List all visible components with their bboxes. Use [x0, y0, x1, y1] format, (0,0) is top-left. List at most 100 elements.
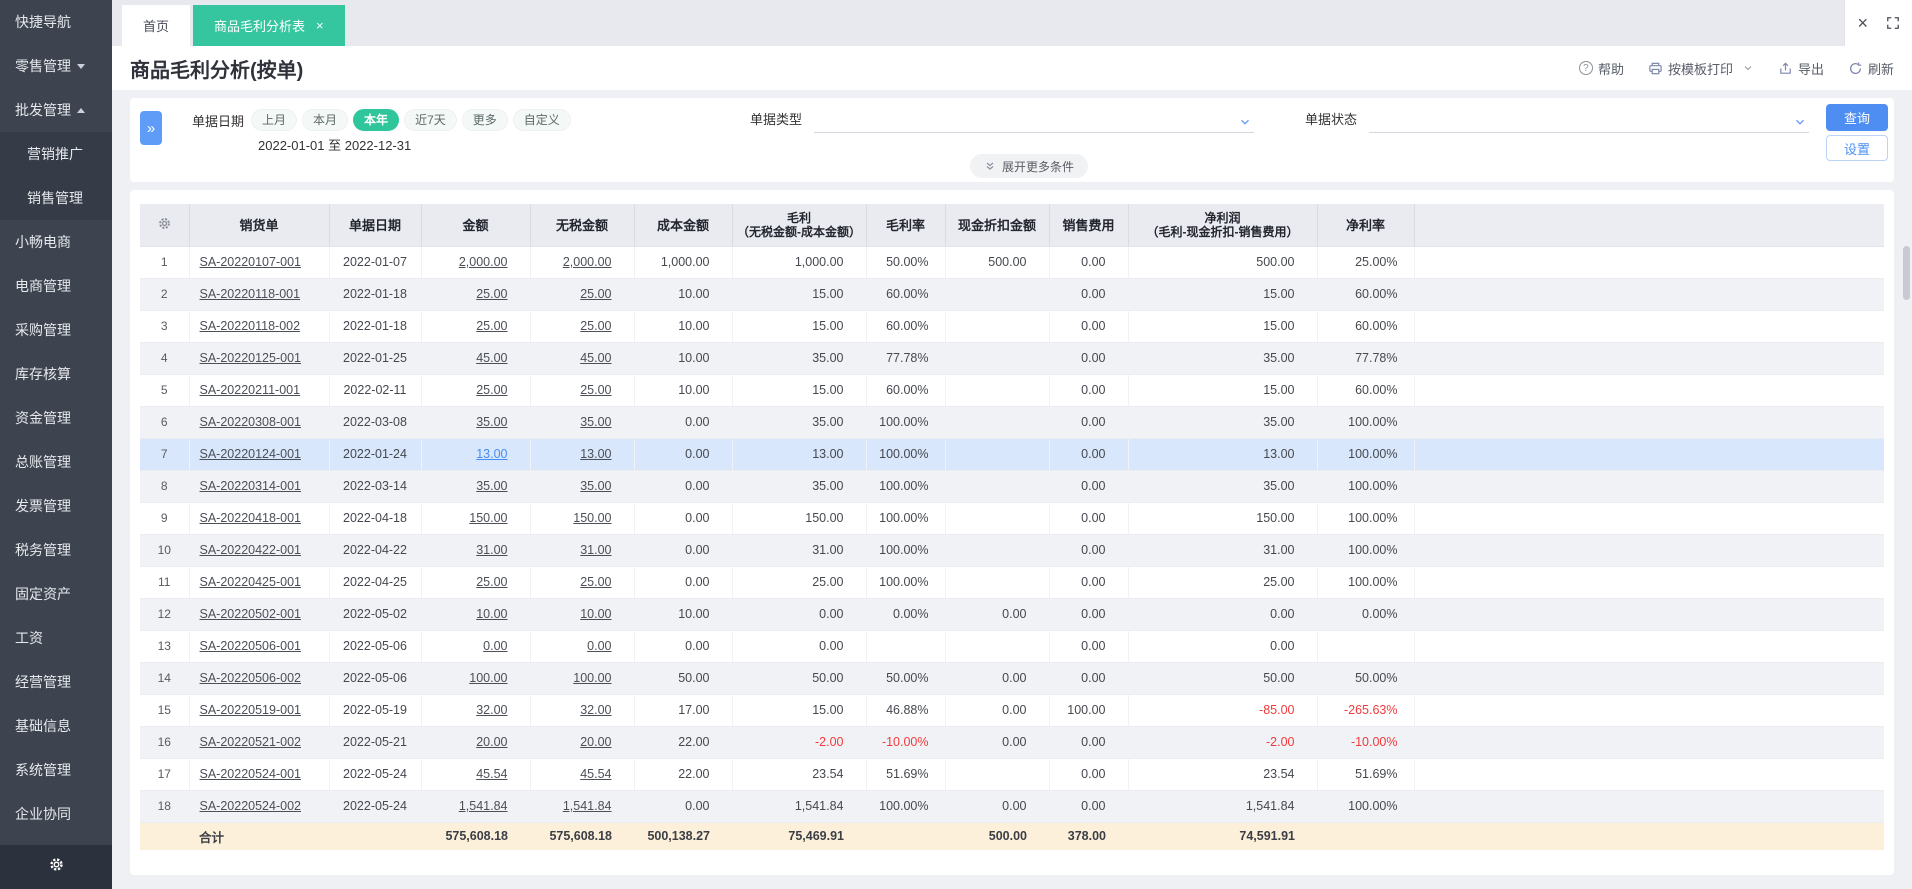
table-row[interactable]: 9 SA-20220418-001 2022-04-18 150.00 150.00 0.… [140, 502, 1884, 535]
sidebar-item-operation[interactable]: 经营管理 [0, 660, 112, 704]
sidebar-item-quick-nav[interactable]: 快捷导航 [0, 0, 112, 44]
col-header-date[interactable]: 单据日期 [329, 204, 422, 247]
doc-link[interactable]: SA-20220519-001 [200, 703, 301, 717]
amount-link[interactable]: 13.00 [476, 447, 507, 461]
table-row[interactable]: 6 SA-20220308-001 2022-03-08 35.00 35.00 0.00… [140, 406, 1884, 439]
tax-free-amount-link[interactable]: 25.00 [580, 383, 611, 397]
tax-free-amount-link[interactable]: 31.00 [580, 543, 611, 557]
table-row[interactable]: 8 SA-20220314-001 2022-03-14 35.00 35.00 0.00… [140, 470, 1884, 503]
date-range-value[interactable]: 2022-01-01 至 2022-12-31 [258, 135, 411, 154]
sidebar-item-collaboration[interactable]: 企业协同 [0, 792, 112, 836]
table-row[interactable]: 18 SA-20220524-002 2022-05-24 1,541.84 1,541… [140, 790, 1884, 823]
tax-free-amount-link[interactable]: 35.00 [580, 479, 611, 493]
tax-free-amount-link[interactable]: 25.00 [580, 287, 611, 301]
amount-link[interactable]: 0.00 [483, 639, 507, 653]
doc-link[interactable]: SA-20220118-001 [200, 287, 301, 301]
print-template-button[interactable]: 按模板打印 [1648, 59, 1754, 78]
amount-link[interactable]: 25.00 [476, 383, 507, 397]
col-header-net[interactable]: 净利润 （毛利-现金折扣-销售费用） [1128, 204, 1318, 247]
table-row[interactable]: 11 SA-20220425-001 2022-04-25 25.00 25.00 0.0… [140, 566, 1884, 599]
table-row[interactable]: 16 SA-20220521-002 2022-05-21 20.00 20.00 22.… [140, 726, 1884, 759]
col-header-doc[interactable]: 销货单 [189, 204, 330, 247]
table-row[interactable]: 5 SA-20220211-001 2022-02-11 25.00 25.00 10.0… [140, 374, 1884, 407]
date-pill-更多[interactable]: 更多 [461, 109, 508, 131]
sidebar-item-general-ledger[interactable]: 总账管理 [0, 440, 112, 484]
amount-link[interactable]: 35.00 [476, 479, 507, 493]
amount-link[interactable]: 100.00 [469, 671, 507, 685]
query-button[interactable]: 查询 [1826, 104, 1888, 131]
sidebar-item-tax[interactable]: 税务管理 [0, 528, 112, 572]
tab-product-profit-analysis[interactable]: 商品毛利分析表 × [193, 5, 345, 46]
sidebar-item-sales[interactable]: 销售管理 [0, 176, 112, 220]
doc-link[interactable]: SA-20220418-001 [200, 511, 301, 525]
close-window-icon[interactable]: × [1857, 14, 1868, 32]
amount-link[interactable]: 31.00 [476, 543, 507, 557]
column-settings-gear-icon[interactable] [140, 204, 190, 247]
tax-free-amount-link[interactable]: 45.54 [580, 767, 611, 781]
doc-link[interactable]: SA-20220125-001 [200, 351, 301, 365]
table-row[interactable]: 14 SA-20220506-002 2022-05-06 100.00 100.00 5… [140, 662, 1884, 695]
doc-link[interactable]: SA-20220502-001 [200, 607, 301, 621]
doc-link[interactable]: SA-20220107-001 [200, 255, 301, 269]
amount-link[interactable]: 35.00 [476, 415, 507, 429]
tax-free-amount-link[interactable]: 0.00 [587, 639, 611, 653]
doc-link[interactable]: SA-20220308-001 [200, 415, 301, 429]
doc-link[interactable]: SA-20220422-001 [200, 543, 301, 557]
date-pill-自定义[interactable]: 自定义 [512, 109, 571, 131]
sidebar-item-purchase[interactable]: 采购管理 [0, 308, 112, 352]
doc-type-select[interactable] [814, 109, 1255, 133]
sidebar-item-invoice[interactable]: 发票管理 [0, 484, 112, 528]
tax-free-amount-link[interactable]: 2,000.00 [563, 255, 612, 269]
col-header-expense[interactable]: 销售费用 [1049, 204, 1129, 247]
amount-link[interactable]: 25.00 [476, 287, 507, 301]
col-header-discount[interactable]: 现金折扣金额 [945, 204, 1050, 247]
chevron-down-icon[interactable] [1742, 62, 1754, 74]
table-row[interactable]: 1 SA-20220107-001 2022-01-07 2,000.00 2,000.… [140, 246, 1884, 279]
scrollbar-thumb[interactable] [1903, 246, 1910, 300]
sidebar-item-payroll[interactable]: 工资 [0, 616, 112, 660]
date-pill-本年[interactable]: 本年 [353, 109, 400, 131]
table-row[interactable]: 12 SA-20220502-001 2022-05-02 10.00 10.00 10.… [140, 598, 1884, 631]
amount-link[interactable]: 150.00 [469, 511, 507, 525]
doc-link[interactable]: SA-20220211-001 [200, 383, 301, 397]
amount-link[interactable]: 2,000.00 [459, 255, 508, 269]
amount-link[interactable]: 20.00 [476, 735, 507, 749]
doc-status-select[interactable] [1369, 109, 1810, 133]
col-header-cost[interactable]: 成本金额 [634, 204, 733, 247]
tab-close-icon[interactable]: × [316, 18, 324, 33]
amount-link[interactable]: 32.00 [476, 703, 507, 717]
tax-free-amount-link[interactable]: 35.00 [580, 415, 611, 429]
tax-free-amount-link[interactable]: 32.00 [580, 703, 611, 717]
doc-link[interactable]: SA-20220524-002 [200, 799, 301, 813]
amount-link[interactable]: 10.00 [476, 607, 507, 621]
table-row[interactable]: 7 SA-20220124-001 2022-01-24 13.00 13.00 0.00… [140, 438, 1884, 471]
doc-link[interactable]: SA-20220521-002 [200, 735, 301, 749]
doc-link[interactable]: SA-20220118-002 [200, 319, 301, 333]
tab-home[interactable]: 首页 [122, 5, 191, 46]
sidebar-item-inventory-accounting[interactable]: 库存核算 [0, 352, 112, 396]
tax-free-amount-link[interactable]: 100.00 [573, 671, 611, 685]
tax-free-amount-link[interactable]: 10.00 [580, 607, 611, 621]
sidebar-item-wholesale[interactable]: 批发管理 [0, 88, 112, 132]
tax-free-amount-link[interactable]: 1,541.84 [563, 799, 612, 813]
doc-link[interactable]: SA-20220506-001 [200, 639, 301, 653]
expand-more-button[interactable]: 展开更多条件 [970, 154, 1089, 178]
col-header-net-rate[interactable]: 净利率 [1317, 204, 1415, 247]
sidebar-item-funds[interactable]: 资金管理 [0, 396, 112, 440]
table-row[interactable]: 13 SA-20220506-001 2022-05-06 0.00 0.00 0.00 0… [140, 630, 1884, 663]
tax-free-amount-link[interactable]: 45.00 [580, 351, 611, 365]
tax-free-amount-link[interactable]: 25.00 [580, 319, 611, 333]
table-row[interactable]: 3 SA-20220118-002 2022-01-18 25.00 25.00 10.0… [140, 310, 1884, 343]
amount-link[interactable]: 45.54 [476, 767, 507, 781]
table-row[interactable]: 4 SA-20220125-001 2022-01-25 45.00 45.00 10.0… [140, 342, 1884, 375]
doc-link[interactable]: SA-20220314-001 [200, 479, 301, 493]
table-row[interactable]: 10 SA-20220422-001 2022-04-22 31.00 31.00 0.0… [140, 534, 1884, 567]
sidebar-item-marketing[interactable]: 营销推广 [0, 132, 112, 176]
tax-free-amount-link[interactable]: 150.00 [573, 511, 611, 525]
tax-free-amount-link[interactable]: 25.00 [580, 575, 611, 589]
table-row[interactable]: 2 SA-20220118-001 2022-01-18 25.00 25.00 10.0… [140, 278, 1884, 311]
help-button[interactable]: ? 帮助 [1578, 59, 1624, 78]
sidebar-item-fixed-assets[interactable]: 固定资产 [0, 572, 112, 616]
col-header-tax-free[interactable]: 无税金额 [530, 204, 635, 247]
sidebar-item-ecommerce[interactable]: 电商管理 [0, 264, 112, 308]
